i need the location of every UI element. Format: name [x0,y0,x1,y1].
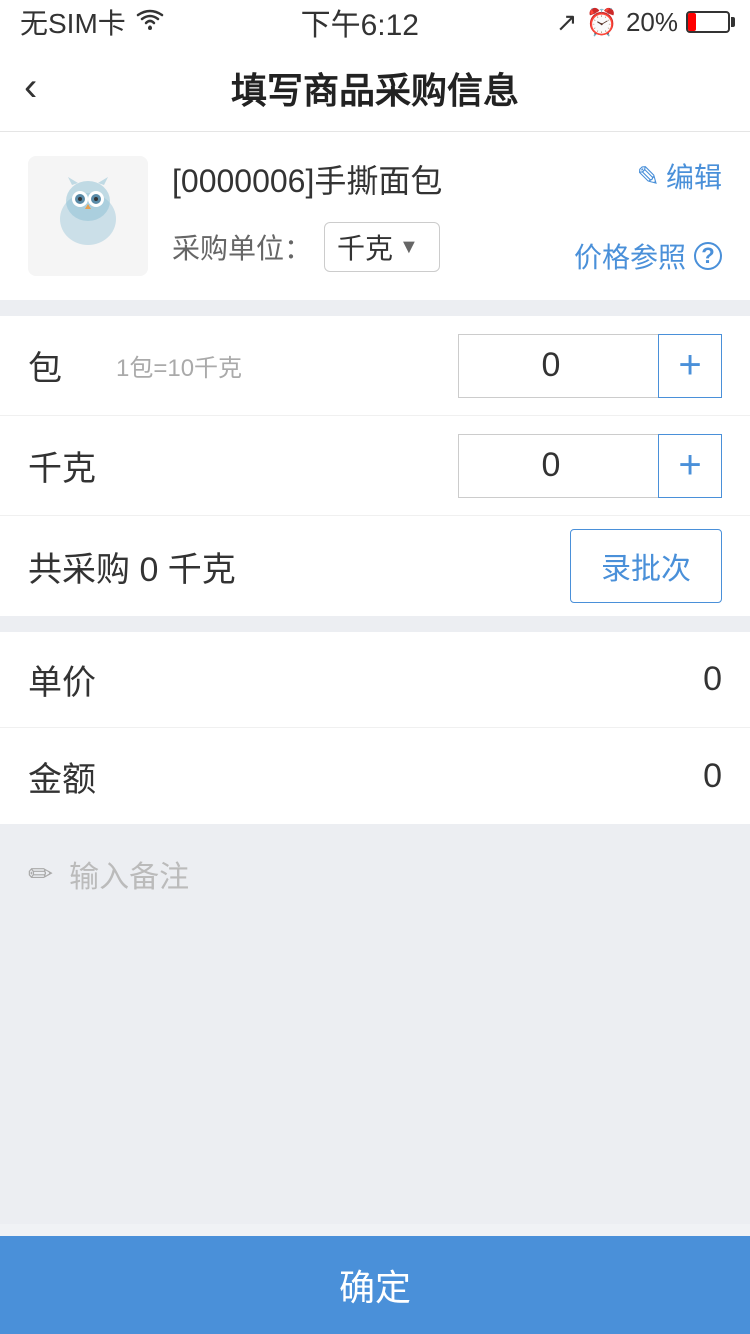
chevron-down-icon: ▼ [399,236,419,259]
unit-value: 千克 [337,227,393,267]
unit-label: 采购单位： [172,227,312,267]
confirm-button[interactable]: 确定 [0,1236,750,1334]
edit-icon: ✎ [637,160,660,193]
pack-qty-wrap: + [458,334,722,398]
info-icon: ? [694,242,722,270]
page-title: 填写商品采购信息 [231,62,519,114]
status-bar: 无SIM卡 下午6:12 ↗ ⏰ 20% [0,0,750,44]
alarm-icon: ⏰ [586,7,618,38]
status-time: 下午6:12 [301,0,419,44]
location-icon: ↗ [556,7,578,38]
divider-band-2 [0,616,750,632]
battery-text: 20% [626,7,678,38]
carrier-text: 无SIM卡 [20,2,126,42]
pencil-icon: ✏ [28,857,53,892]
total-label: 共采购 0 千克 [28,542,570,591]
pack-qty-input[interactable] [458,334,658,398]
input-section: 包 1包=10千克 + 千克 + [0,316,750,516]
kg-row: 千克 + [0,416,750,516]
wifi-icon [136,6,164,38]
content-space [0,924,750,1224]
product-card: [0000006]手撕面包 采购单位： 千克 ▼ ✎ 编辑 价格参照 ? [0,132,750,300]
amount-value: 0 [703,757,722,796]
pack-row: 包 1包=10千克 + [0,316,750,416]
total-row: 共采购 0 千克 录批次 [0,516,750,616]
pack-plus-button[interactable]: + [658,334,722,398]
amount-row: 金额 0 [0,728,750,824]
price-ref-label: 价格参照 [574,236,686,276]
kg-qty-wrap: + [458,434,722,498]
amount-label: 金额 [28,752,703,801]
back-button[interactable]: ‹ [24,65,37,110]
edit-label: 编辑 [666,156,722,196]
unit-price-value: 0 [703,660,722,699]
product-image [28,156,148,276]
price-section: 单价 0 金额 0 [0,632,750,824]
batch-button[interactable]: 录批次 [570,529,722,603]
divider-band-1 [0,300,750,316]
edit-button[interactable]: ✎ 编辑 [637,156,722,196]
unit-select[interactable]: 千克 ▼ [324,222,440,272]
price-ref-button[interactable]: 价格参照 ? [574,236,722,276]
product-logo [48,171,128,260]
battery-icon [686,11,730,33]
nav-bar: ‹ 填写商品采购信息 [0,44,750,132]
unit-price-row: 单价 0 [0,632,750,728]
remark-placeholder: 输入备注 [69,852,189,896]
pack-sublabel: 1包=10千克 [116,348,242,383]
status-right: ↗ ⏰ 20% [556,7,730,38]
remark-section[interactable]: ✏ 输入备注 [0,824,750,924]
unit-price-label: 单价 [28,655,703,704]
kg-label: 千克 [28,441,108,490]
status-left: 无SIM卡 [20,2,164,42]
pack-label: 包 [28,341,108,390]
kg-plus-button[interactable]: + [658,434,722,498]
kg-qty-input[interactable] [458,434,658,498]
